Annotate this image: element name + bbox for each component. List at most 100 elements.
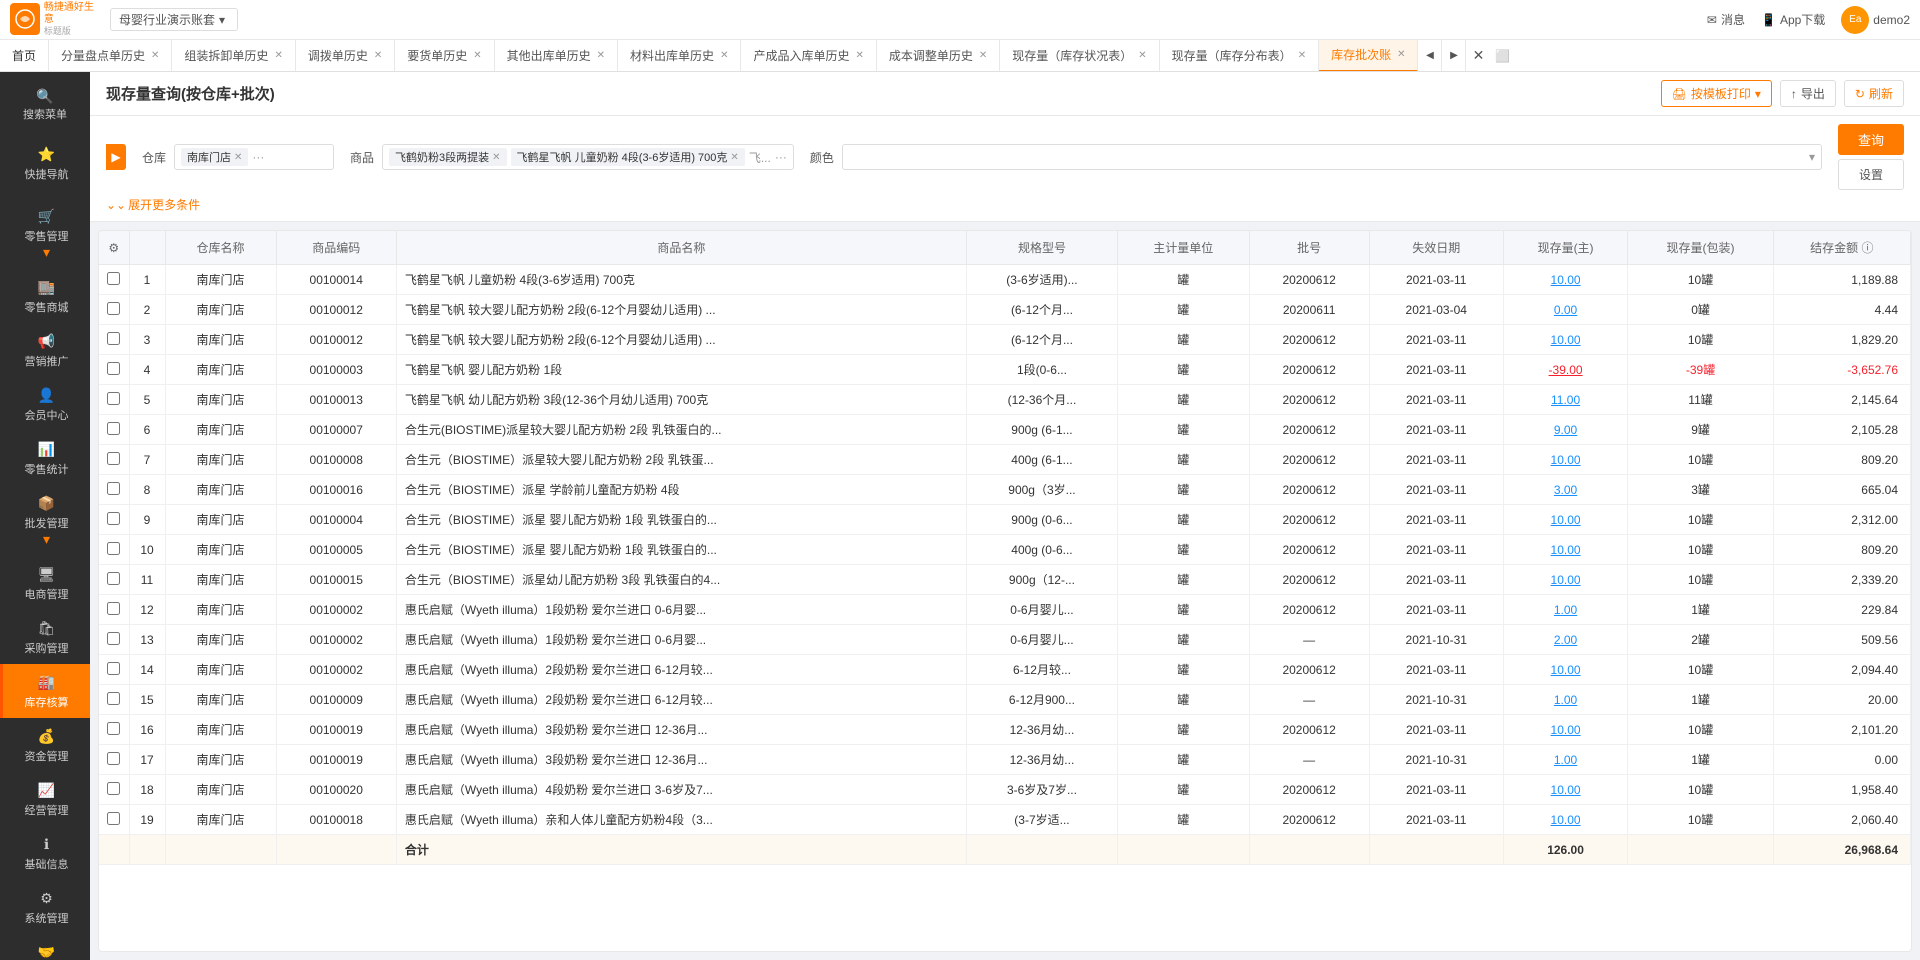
tab-batch-ledger[interactable]: 库存批次账 ✕ [1319, 40, 1418, 72]
row-qty-main[interactable]: 3.00 [1503, 475, 1628, 505]
close-icon[interactable]: ✕ [151, 50, 159, 61]
row-qty-main[interactable]: 1.00 [1503, 685, 1628, 715]
row-checkbox[interactable] [99, 475, 129, 505]
row-qty-main[interactable]: -39.00 [1503, 355, 1628, 385]
tag-close-icon[interactable]: ✕ [234, 152, 242, 163]
row-checkbox[interactable] [99, 355, 129, 385]
tab-other-out[interactable]: 其他出库单历史 ✕ [495, 40, 618, 72]
row-checkbox[interactable] [99, 625, 129, 655]
app-download-button[interactable]: 📱 App下载 [1761, 11, 1825, 28]
col-settings[interactable]: ⚙ [99, 231, 129, 265]
warehouse-filter[interactable]: 南库门店 ✕ ··· [174, 144, 334, 170]
row-checkbox[interactable] [99, 685, 129, 715]
row-checkbox[interactable] [99, 655, 129, 685]
chevron-down-icon[interactable]: ▾ [1809, 150, 1815, 164]
tab-cost-adjust[interactable]: 成本调整单历史 ✕ [877, 40, 1000, 72]
tab-product-in[interactable]: 产成品入库单历史 ✕ [741, 40, 876, 72]
tab-next-button[interactable]: ▶ [1442, 40, 1466, 72]
template-print-button[interactable]: 🖨 按模板打印 ▾ [1661, 80, 1772, 107]
tab-material-out[interactable]: 材料出库单历史 ✕ [618, 40, 741, 72]
sidebar-item-quick-nav[interactable]: ⭐ 快捷导航 [0, 136, 90, 190]
row-checkbox[interactable] [99, 265, 129, 295]
row-qty-main[interactable]: 9.00 [1503, 415, 1628, 445]
tab-prev-button[interactable]: ◀ [1418, 40, 1442, 72]
row-checkbox[interactable] [99, 385, 129, 415]
tab-request[interactable]: 要货单历史 ✕ [395, 40, 494, 72]
row-qty-main[interactable]: 10.00 [1503, 805, 1628, 835]
row-qty-main[interactable]: 10.00 [1503, 265, 1628, 295]
tab-mix[interactable]: 调拨单历史 ✕ [296, 40, 395, 72]
row-qty-main[interactable]: 10.00 [1503, 775, 1628, 805]
account-dropdown[interactable]: 母婴行业演示账套 ▾ [110, 8, 238, 31]
sidebar-item-marketing[interactable]: 📢 营销推广 [0, 323, 90, 377]
tab-disassemble[interactable]: 组装拆卸单历史 ✕ [172, 40, 295, 72]
row-qty-main[interactable]: 10.00 [1503, 655, 1628, 685]
row-qty-main[interactable]: 2.00 [1503, 625, 1628, 655]
sidebar-item-retail[interactable]: 🛒 零售管理 ▾ [0, 198, 90, 269]
close-icon[interactable]: ✕ [274, 50, 282, 61]
row-checkbox[interactable] [99, 805, 129, 835]
tab-home[interactable]: 首页 [0, 40, 49, 72]
sidebar-item-finance[interactable]: 💰 资金管理 [0, 718, 90, 772]
more-product-filter-button[interactable]: ··· [775, 150, 787, 164]
tab-split-inventory[interactable]: 分量盘点单历史 ✕ [49, 40, 172, 72]
close-icon[interactable]: ✕ [1298, 50, 1306, 61]
row-checkbox[interactable] [99, 595, 129, 625]
sidebar-item-purchase[interactable]: 🛍 采购管理 [0, 610, 90, 664]
row-qty-main[interactable]: 11.00 [1503, 385, 1628, 415]
row-qty-main[interactable]: 0.00 [1503, 295, 1628, 325]
row-checkbox[interactable] [99, 295, 129, 325]
refresh-button[interactable]: ↻ 刷新 [1844, 80, 1904, 107]
close-icon[interactable]: ✕ [597, 50, 605, 61]
tab-current-dist[interactable]: 现存量（库存分布表） ✕ [1160, 40, 1319, 72]
row-checkbox[interactable] [99, 535, 129, 565]
close-icon[interactable]: ✕ [473, 50, 481, 61]
row-checkbox[interactable] [99, 715, 129, 745]
more-filter-button[interactable]: ··· [252, 150, 264, 164]
query-button[interactable]: 查询 [1838, 124, 1904, 155]
expand-filter-button[interactable]: ⌄⌄ 展开更多条件 [106, 196, 1904, 213]
color-filter[interactable]: ▾ [842, 144, 1822, 170]
sidebar-item-operations[interactable]: 📈 经营管理 [0, 772, 90, 826]
export-button[interactable]: ↑ 导出 [1780, 80, 1836, 107]
close-icon[interactable]: ✕ [855, 50, 863, 61]
tab-maximize-button[interactable]: ⬜ [1490, 40, 1514, 72]
product-more-button[interactable]: 飞... [749, 149, 771, 166]
row-checkbox[interactable] [99, 505, 129, 535]
sidebar-item-retail-stats[interactable]: 📊 零售统计 [0, 431, 90, 485]
product-filter[interactable]: 飞鹤奶粉3段两提装 ✕ 飞鹤星飞帆 儿童奶粉 4段(3-6岁适用) 700克 ✕… [382, 144, 794, 170]
tab-close-all-button[interactable]: ✕ [1466, 40, 1490, 72]
tag-close-icon[interactable]: ✕ [492, 152, 500, 163]
sidebar-item-inventory[interactable]: 🏭 库存核算 [0, 664, 90, 718]
row-qty-main[interactable]: 1.00 [1503, 595, 1628, 625]
row-checkbox[interactable] [99, 565, 129, 595]
sidebar-item-enterprise[interactable]: 🤝 企业协同 [0, 934, 90, 960]
messages-button[interactable]: ✉ 消息 [1707, 11, 1745, 28]
row-qty-main[interactable]: 10.00 [1503, 325, 1628, 355]
sidebar-item-member[interactable]: 👤 会员中心 [0, 377, 90, 431]
sidebar-item-system[interactable]: ⚙ 系统管理 [0, 880, 90, 934]
close-icon[interactable]: ✕ [374, 50, 382, 61]
user-menu[interactable]: Ea demo2 [1841, 6, 1910, 34]
search-menu-button[interactable]: 🔍 搜索菜单 [0, 80, 90, 128]
tab-current-status[interactable]: 现存量（库存状况表） ✕ [1000, 40, 1159, 72]
row-checkbox[interactable] [99, 445, 129, 475]
filter-toggle-button[interactable]: ▶ [106, 144, 126, 170]
close-icon[interactable]: ✕ [979, 50, 987, 61]
sidebar-item-wholesale[interactable]: 📦 批发管理 ▾ [0, 485, 90, 556]
sidebar-item-basic-info[interactable]: ℹ 基础信息 [0, 826, 90, 880]
sidebar-item-retail-mall[interactable]: 🏬 零售商城 [0, 269, 90, 323]
sidebar-item-ecommerce[interactable]: 🖥 电商管理 [0, 556, 90, 610]
close-icon[interactable]: ✕ [1397, 49, 1405, 60]
row-checkbox[interactable] [99, 745, 129, 775]
row-qty-main[interactable]: 10.00 [1503, 445, 1628, 475]
close-icon[interactable]: ✕ [720, 50, 728, 61]
settings-button[interactable]: 设置 [1838, 159, 1904, 190]
row-qty-main[interactable]: 10.00 [1503, 715, 1628, 745]
row-qty-main[interactable]: 10.00 [1503, 505, 1628, 535]
row-qty-main[interactable]: 10.00 [1503, 565, 1628, 595]
tag-close-icon[interactable]: ✕ [730, 152, 738, 163]
row-qty-main[interactable]: 10.00 [1503, 535, 1628, 565]
row-checkbox[interactable] [99, 775, 129, 805]
close-icon[interactable]: ✕ [1138, 50, 1146, 61]
